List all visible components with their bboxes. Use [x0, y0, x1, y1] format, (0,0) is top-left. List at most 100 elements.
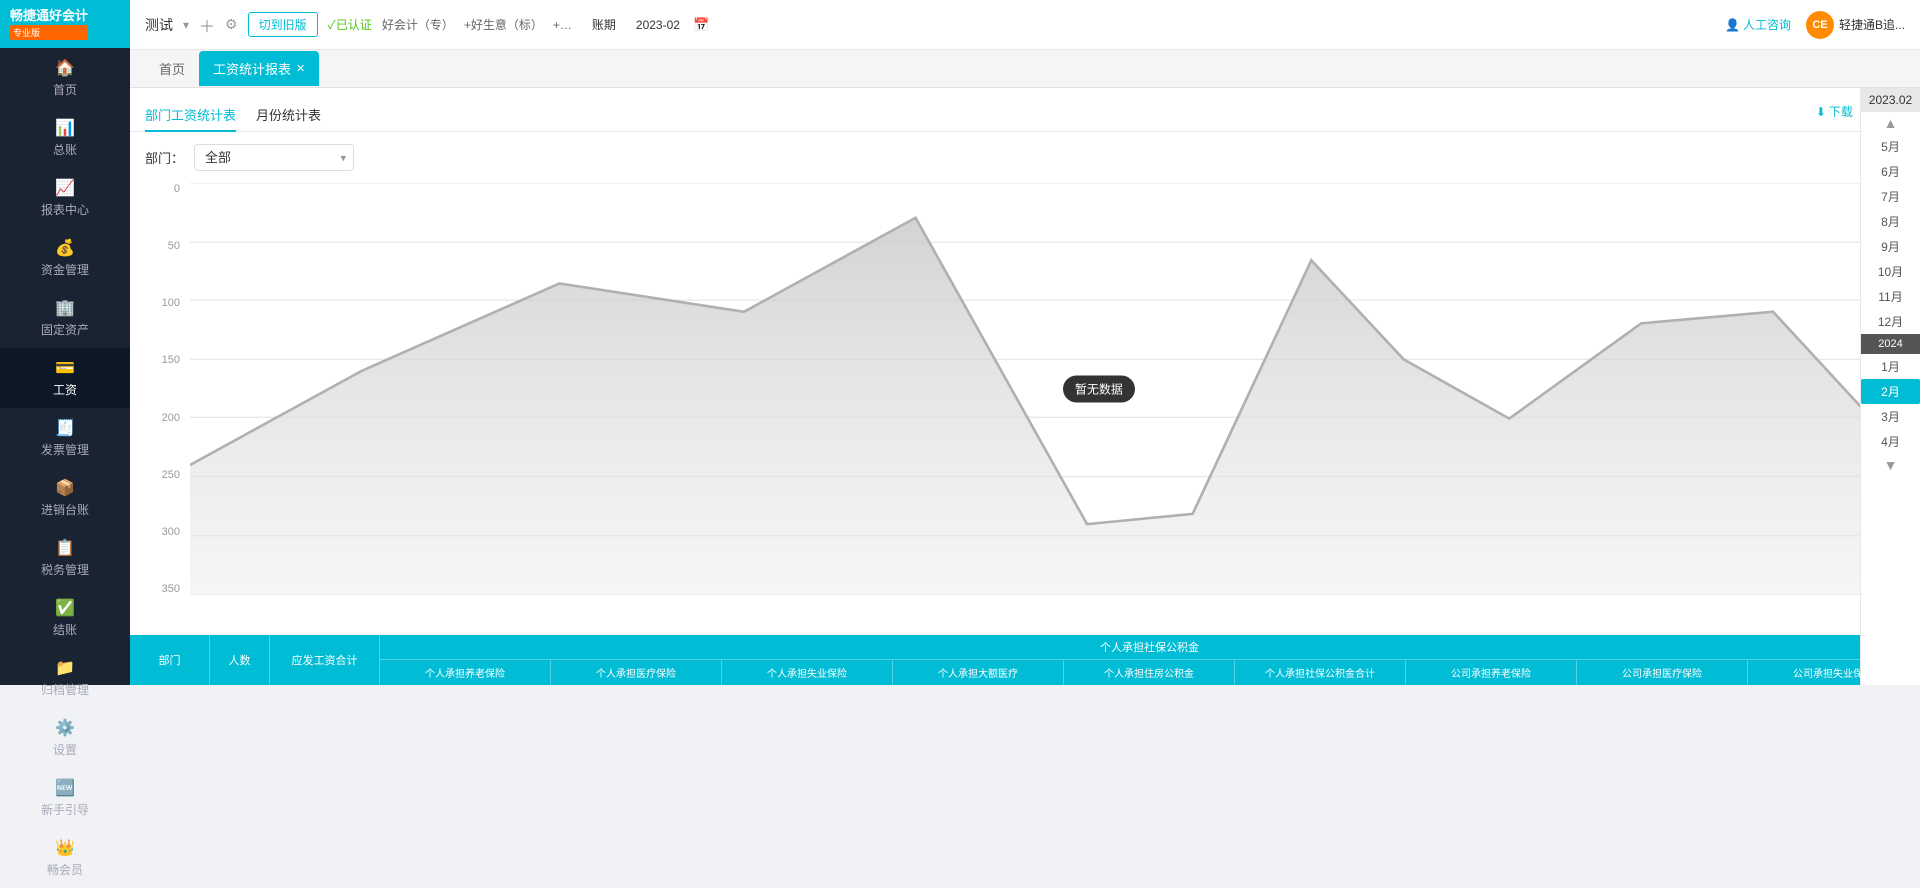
table-header-row1: 部门 人数 应发工资合计 个人承担社保公积金 个人承担养老保险 — [130, 635, 1920, 685]
right-panel-scroll-up[interactable]: ▲ — [1861, 112, 1920, 134]
sidebar-item-guide[interactable]: 🆕 新手引导 — [0, 768, 130, 828]
content-area: 部门工资统计表 月份统计表 ⬇ 下载 ↻ 刷新 部门： 全部 — [130, 88, 1920, 685]
right-panel-month-2-active[interactable]: 2月 — [1861, 379, 1920, 404]
right-panel-month-8[interactable]: 8月 — [1861, 209, 1920, 234]
th-personal-total-label: 个人承担社保公积金合计 — [1265, 665, 1375, 680]
right-panel-month-1[interactable]: 1月 — [1861, 354, 1920, 379]
dept-select[interactable]: 全部 — [194, 144, 354, 171]
sub-tab-month-label: 月份统计表 — [256, 108, 321, 123]
tax-icon: 📋 — [55, 538, 75, 558]
y-label-350: 350 — [145, 583, 185, 595]
th-count: 人数 — [210, 635, 270, 685]
sidebar-label-sales: 进销台账 — [41, 501, 89, 518]
th-group-personal-label: 个人承担社保公积金 — [380, 635, 1919, 660]
right-panel-month-3[interactable]: 3月 — [1861, 404, 1920, 429]
sub-tabs: 部门工资统计表 月份统计表 ⬇ 下载 ↻ 刷新 — [130, 88, 1920, 132]
month-10-label: 10月 — [1878, 265, 1903, 279]
month-12-label: 12月 — [1878, 315, 1903, 329]
sub-tab-dept[interactable]: 部门工资统计表 — [145, 99, 236, 132]
right-panel-month-10[interactable]: 10月 — [1861, 259, 1920, 284]
tab-home-label: 首页 — [159, 59, 185, 78]
month-11-label: 11月 — [1878, 290, 1902, 304]
th-dept-label: 部门 — [159, 652, 181, 668]
sidebar-item-sales[interactable]: 📦 进销台账 — [0, 468, 130, 528]
right-panel-month-11[interactable]: 11月 — [1861, 284, 1920, 309]
sub-tab-dept-label: 部门工资统计表 — [145, 108, 236, 123]
sidebar-item-assets[interactable]: 🏢 固定资产 — [0, 288, 130, 348]
sidebar-item-archive[interactable]: 📁 归档管理 — [0, 648, 130, 708]
month-1-label: 1月 — [1881, 360, 1900, 374]
th-personal-housing-fund-label: 个人承担住房公积金 — [1104, 665, 1194, 680]
reports-icon: 📈 — [55, 178, 75, 198]
help-icon: 👤 — [1725, 18, 1740, 32]
tab-salary-report-label: 工资统计报表 — [213, 59, 291, 78]
th-company-medical-label: 公司承担医疗保险 — [1622, 665, 1702, 680]
th-personal-unemployment: 个人承担失业保险 — [722, 660, 893, 685]
period-value: 2023-02 — [636, 18, 680, 32]
archive-icon: 📁 — [55, 658, 75, 678]
th-company-medical: 公司承担医疗保险 — [1577, 660, 1748, 685]
switch-version-button[interactable]: 切到旧版 — [248, 12, 318, 37]
sidebar-label-reports: 报表中心 — [41, 201, 89, 218]
app-badge: 专业版 — [10, 25, 88, 40]
right-panel-month-9[interactable]: 9月 — [1861, 234, 1920, 259]
sidebar-label-guide: 新手引导 — [41, 801, 89, 818]
sidebar-item-ledger[interactable]: 📊 总账 — [0, 108, 130, 168]
filter-dept-label: 部门： — [145, 148, 184, 167]
user-avatar: CE — [1806, 11, 1834, 39]
sub-tab-month[interactable]: 月份统计表 — [256, 99, 321, 132]
add-button[interactable]: ＋ — [199, 13, 215, 37]
tab-close-icon[interactable]: ✕ — [296, 62, 305, 75]
th-count-label: 人数 — [229, 652, 251, 668]
user-menu[interactable]: CE 轻捷通B追... — [1806, 11, 1905, 39]
user-initials: CE — [1812, 19, 1827, 31]
th-group-personal: 个人承担社保公积金 个人承担养老保险 个人承担医疗保险 个人承担失业保险 个人承… — [380, 635, 1920, 685]
topbar-right: 👤 人工咨询 CE 轻捷通B追... — [1725, 11, 1905, 39]
right-panel-month-5[interactable]: 5月 — [1861, 134, 1920, 159]
badge-more: +… — [553, 18, 572, 32]
member-icon: 👑 — [55, 838, 75, 858]
calendar-icon[interactable]: 📅 — [693, 17, 709, 33]
right-panel-month-6[interactable]: 6月 — [1861, 159, 1920, 184]
sidebar-item-settle[interactable]: ✅ 结账 — [0, 588, 130, 648]
month-9-label: 9月 — [1881, 240, 1900, 254]
sidebar-label-home: 首页 — [53, 81, 77, 98]
sidebar-item-salary[interactable]: 💳 工资 — [0, 348, 130, 408]
tab-home[interactable]: 首页 — [145, 51, 199, 86]
settings-button[interactable]: ⚙ — [225, 16, 238, 33]
sidebar-label-settle: 结账 — [53, 621, 77, 638]
dropdown-arrow-icon[interactable]: ▾ — [183, 18, 189, 32]
sidebar-item-member[interactable]: 👑 畅会员 — [0, 828, 130, 888]
th-dept: 部门 — [130, 635, 210, 685]
sidebar-label-ledger: 总账 — [53, 141, 77, 158]
sidebar-item-home[interactable]: 🏠 首页 — [0, 48, 130, 108]
right-panel-month-4[interactable]: 4月 — [1861, 429, 1920, 454]
month-4-label: 4月 — [1881, 435, 1900, 449]
right-panel-month-12[interactable]: 12月 — [1861, 309, 1920, 334]
right-panel-year-2024: 2024 — [1861, 334, 1920, 354]
tab-salary-report[interactable]: 工资统计报表 ✕ — [199, 51, 319, 86]
sidebar-item-reports[interactable]: 📈 报表中心 — [0, 168, 130, 228]
company-title: 测试 — [145, 15, 173, 35]
sidebar: 畅捷通好会计 专业版 🏠 首页 📊 总账 📈 报表中心 💰 资金管理 🏢 固定资… — [0, 0, 130, 685]
sidebar-label-member: 畅会员 — [47, 861, 83, 878]
th-personal-pension: 个人承担养老保险 — [380, 660, 551, 685]
help-button[interactable]: 👤 人工咨询 — [1725, 16, 1791, 33]
year-2024-label: 2024 — [1878, 338, 1902, 350]
sidebar-item-invoice[interactable]: 🧾 发票管理 — [0, 408, 130, 468]
right-panel-month-7[interactable]: 7月 — [1861, 184, 1920, 209]
settle-icon: ✅ — [55, 598, 75, 618]
download-button[interactable]: ⬇ 下载 — [1816, 103, 1853, 120]
month-2-label: 2月 — [1881, 385, 1900, 399]
month-5-label: 5月 — [1881, 140, 1900, 154]
tabs-bar: 首页 工资统计报表 ✕ — [130, 50, 1920, 88]
th-personal-housing-fund: 个人承担住房公积金 — [1064, 660, 1235, 685]
sidebar-item-funds[interactable]: 💰 资金管理 — [0, 228, 130, 288]
user-name: 轻捷通B追... — [1839, 16, 1905, 33]
help-text: 人工咨询 — [1743, 16, 1791, 33]
sidebar-item-settings[interactable]: ⚙️ 设置 — [0, 708, 130, 768]
right-panel-scroll-down[interactable]: ▼ — [1861, 454, 1920, 476]
sidebar-item-tax[interactable]: 📋 税务管理 — [0, 528, 130, 588]
th-total-salary: 应发工资合计 — [270, 635, 380, 685]
right-panel: 2023.02 ▲ 5月 6月 7月 8月 9月 10月 11月 — [1860, 88, 1920, 685]
